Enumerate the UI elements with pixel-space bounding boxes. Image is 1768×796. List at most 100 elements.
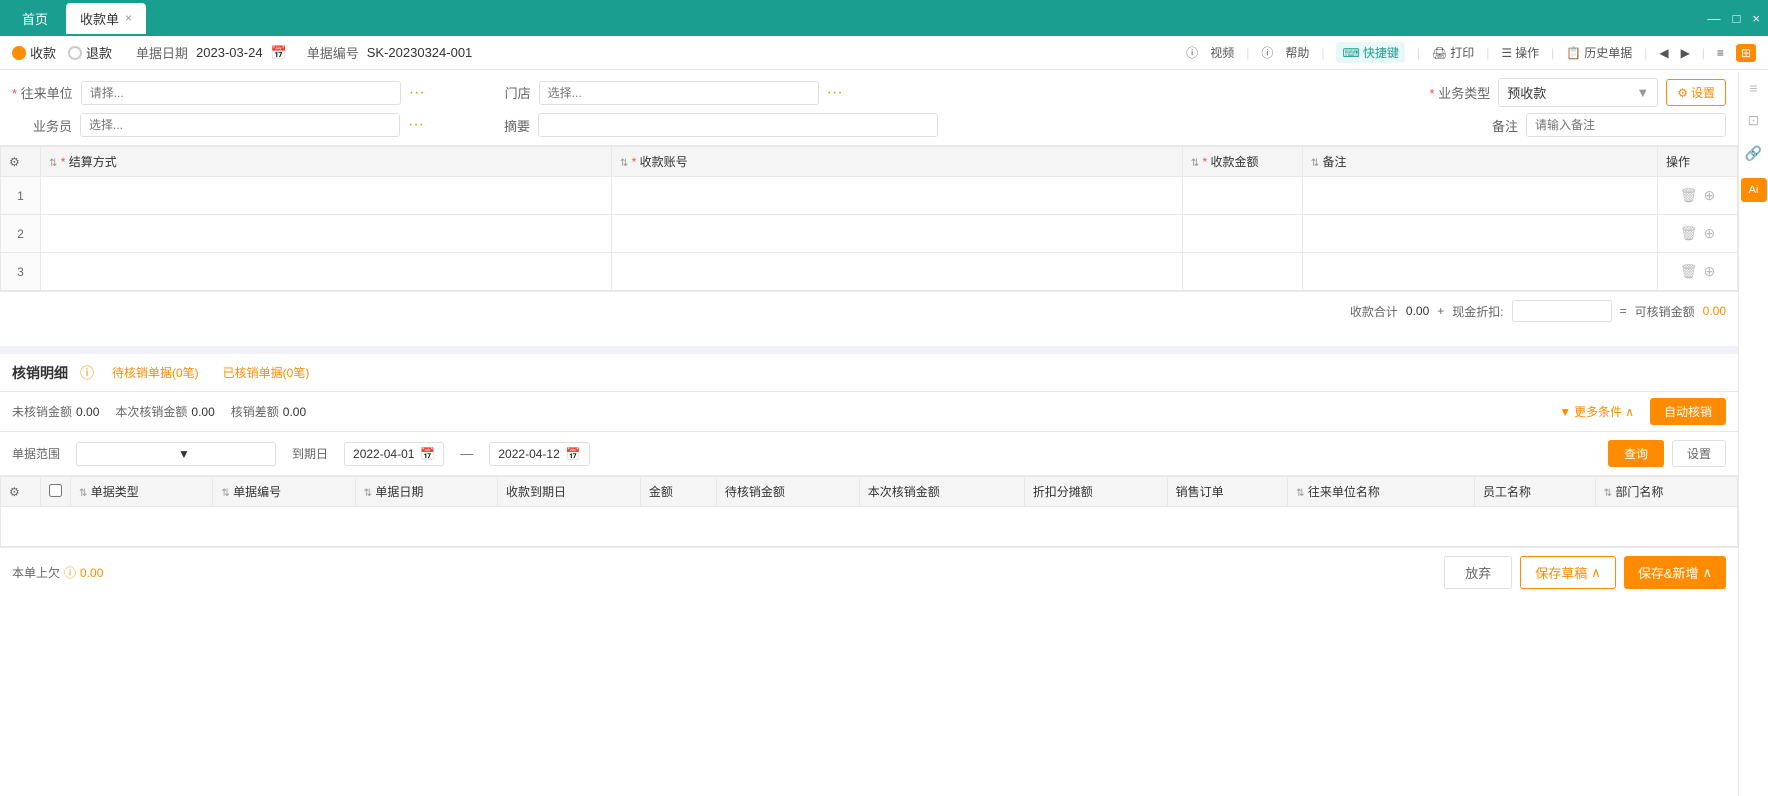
date-from-value: 2022-04-01 <box>353 447 414 461</box>
row-1-copy-icon[interactable]: ⊕ <box>1704 187 1716 204</box>
sidebar-icon-2[interactable]: ⊡ <box>1748 112 1760 129</box>
verify-settings-btn[interactable]: 设置 <box>1672 440 1726 467</box>
bt-th-pending: 待核销金额 <box>716 477 859 507</box>
table-gear-icon[interactable]: ⚙ <box>9 155 20 169</box>
row-3-settlement[interactable] <box>41 253 612 291</box>
calendar-to-icon[interactable]: 📅 <box>566 447 581 461</box>
bt-th-settings[interactable]: ⚙ <box>1 477 41 507</box>
radio-receipt-label: 收款 <box>30 43 56 62</box>
current-label: 本次核销金额 <box>115 403 187 420</box>
remarks-input[interactable] <box>1526 113 1726 137</box>
more-conditions-btn[interactable]: ▼ 更多条件 ∧ <box>1559 403 1634 420</box>
row-3-action-btns: 🗑 ⊕ <box>1658 263 1737 280</box>
diff-label: 核销差额 <box>231 403 279 420</box>
btn-layout[interactable]: ≡ <box>1717 46 1724 60</box>
verify-table: ⚙ ⇅ 单据类型 ⇅ <box>0 476 1738 547</box>
btn-history[interactable]: 📋 历史单据 <box>1566 44 1632 61</box>
window-maximize[interactable]: □ <box>1733 11 1741 26</box>
pending-tab[interactable]: 待核销单据(0笔) <box>106 362 205 383</box>
row-3-remarks[interactable] <box>1302 253 1657 291</box>
staff-more-btn[interactable]: ··· <box>408 117 424 133</box>
tab-home[interactable]: 首页 <box>8 3 62 34</box>
receipt-refund-toggle: 收款 退款 <box>12 43 112 62</box>
query-btn[interactable]: 查询 <box>1608 440 1664 467</box>
form-settings-btn[interactable]: ⚙ 设置 <box>1666 79 1726 106</box>
save-new-btn[interactable]: 保存&新增 ∧ <box>1624 556 1726 589</box>
video-icon: ⓘ <box>1186 44 1198 61</box>
row-1-settlement[interactable] <box>41 177 612 215</box>
save-draft-btn[interactable]: 保存草稿 ∧ <box>1520 556 1616 589</box>
verify-title: 核销明细 <box>12 363 68 383</box>
shop-input[interactable] <box>539 81 819 105</box>
sidebar-icon-link[interactable]: 🔗 <box>1745 145 1762 162</box>
bt-th-amount: 金额 <box>640 477 716 507</box>
radio-receipt[interactable]: 收款 <box>12 43 56 62</box>
summary-input[interactable] <box>538 113 938 137</box>
row-2-remarks[interactable] <box>1302 215 1657 253</box>
btn-help-label: 帮助 <box>1285 44 1309 61</box>
radio-refund-label: 退款 <box>86 43 112 62</box>
date-to-input[interactable]: 2022-04-12 📅 <box>489 442 589 466</box>
doc-range-select[interactable]: ▼ <box>76 442 276 466</box>
row-3-delete-icon[interactable]: 🗑 <box>1680 263 1698 280</box>
receipt-table: ⚙ ⇅ 结算方式 ⇅ 收款账号 ⇅ <box>0 146 1738 291</box>
bt-th-current: 本次核销金额 <box>859 477 1024 507</box>
row-1-account[interactable] <box>611 177 1182 215</box>
row-2-account[interactable] <box>611 215 1182 253</box>
biz-type-label: 业务类型 <box>1430 83 1491 102</box>
stat-unverified: 未核销金额 0.00 <box>12 403 99 420</box>
partner-more-btn[interactable]: ··· <box>409 85 425 101</box>
row-2-settlement[interactable] <box>41 215 612 253</box>
shortcut-icon: ⌨ <box>1342 46 1359 60</box>
summary-row: 收款合计 0.00 + 现金折扣: = 可核销金额 0.00 <box>0 291 1738 330</box>
btn-prev[interactable]: ◀ <box>1659 46 1668 60</box>
btn-next[interactable]: ▶ <box>1681 46 1690 60</box>
footer-info-icon[interactable]: ⓘ <box>64 564 76 581</box>
radio-refund[interactable]: 退款 <box>68 43 112 62</box>
bt-th-checkbox[interactable] <box>41 477 71 507</box>
tab-bar: 首页 收款单 × — □ × <box>0 0 1768 36</box>
btn-actions[interactable]: ☰ 操作 <box>1501 44 1539 61</box>
row-1-remarks[interactable] <box>1302 177 1657 215</box>
window-minimize[interactable]: — <box>1708 11 1721 26</box>
btn-shortcut[interactable]: ⌨ 快捷键 <box>1336 42 1404 63</box>
calendar-from-icon[interactable]: 📅 <box>420 447 435 461</box>
row-3-copy-icon[interactable]: ⊕ <box>1704 263 1716 280</box>
biz-type-select[interactable]: 预收款 ▼ <box>1498 78 1658 107</box>
row-3-amount[interactable] <box>1182 253 1302 291</box>
bt-gear-icon[interactable]: ⚙ <box>9 485 20 499</box>
select-all-checkbox[interactable] <box>49 484 62 497</box>
sidebar-icon-1[interactable]: ≡ <box>1749 80 1757 96</box>
tab-receipt[interactable]: 收款单 × <box>66 3 146 34</box>
row-1-action: 🗑 ⊕ <box>1658 177 1738 215</box>
footer-stat: 本单上欠 ⓘ 0.00 <box>12 564 103 581</box>
verify-section: 核销明细 ⓘ 待核销单据(0笔) 已核销单据(0笔) 未核销金额 0.00 本次… <box>0 346 1738 547</box>
shop-more-btn[interactable]: ··· <box>827 85 843 101</box>
date-from-input[interactable]: 2022-04-01 📅 <box>344 442 444 466</box>
btn-video[interactable]: 视频 <box>1210 44 1234 61</box>
row-3-account[interactable] <box>611 253 1182 291</box>
tab-close-icon[interactable]: × <box>125 11 132 25</box>
row-2-copy-icon[interactable]: ⊕ <box>1704 225 1716 242</box>
row-1-delete-icon[interactable]: 🗑 <box>1680 187 1698 204</box>
calendar-icon[interactable]: 📅 <box>271 45 287 61</box>
row-1-amount[interactable] <box>1182 177 1302 215</box>
row-2-delete-icon[interactable]: 🗑 <box>1680 225 1698 242</box>
window-close[interactable]: × <box>1752 11 1760 26</box>
btn-grid[interactable]: ⊞ <box>1736 44 1756 62</box>
partner-input[interactable] <box>81 81 401 105</box>
done-tab[interactable]: 已核销单据(0笔) <box>217 362 316 383</box>
staff-input[interactable] <box>80 113 400 137</box>
th-settings[interactable]: ⚙ <box>1 147 41 177</box>
discount-input[interactable] <box>1512 300 1612 322</box>
auto-verify-btn[interactable]: 自动核销 <box>1650 398 1726 425</box>
row-2-amount[interactable] <box>1182 215 1302 253</box>
sidebar-ai-icon[interactable]: Ai <box>1741 178 1767 202</box>
result-value: 0.00 <box>1703 304 1726 318</box>
btn-actions-label: 操作 <box>1515 44 1539 61</box>
verify-info-icon[interactable]: ⓘ <box>80 363 94 383</box>
discard-btn[interactable]: 放弃 <box>1444 556 1512 589</box>
btn-help[interactable]: 帮助 <box>1285 44 1309 61</box>
doc-date-label: 单据日期 <box>136 43 188 62</box>
btn-print[interactable]: 🖨 打印 <box>1432 44 1474 61</box>
